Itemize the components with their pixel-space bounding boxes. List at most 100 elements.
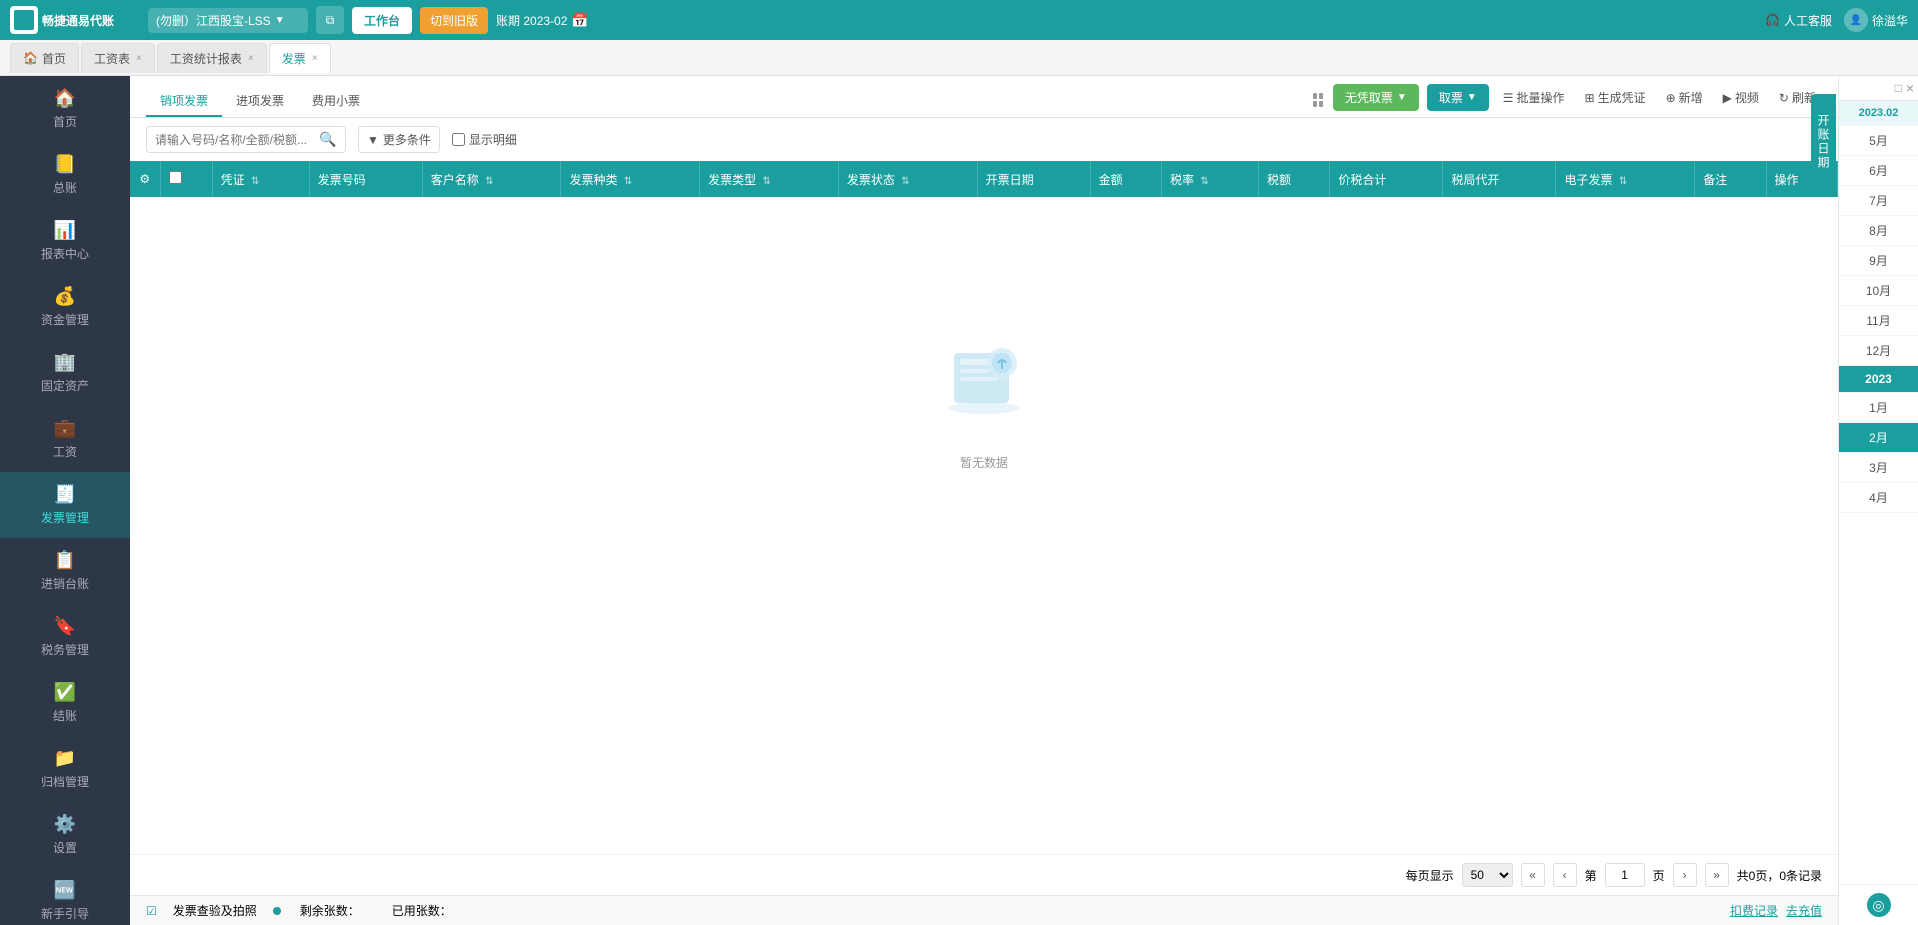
sidebar-salary-label: 工资 <box>53 443 77 460</box>
calendar-icon[interactable]: 📅 <box>571 12 588 29</box>
switch-version-button[interactable]: 切到旧版 <box>420 7 488 34</box>
col-e-invoice: 电子发票 ⇅ <box>1556 161 1695 197</box>
sidebar-item-assets[interactable]: 🏢 固定资产 <box>0 340 130 406</box>
new-icon: ⊕ <box>1666 91 1676 105</box>
new-invoice-button[interactable]: ⊕ 新增 <box>1660 84 1709 111</box>
sidebar-item-invoice-mgmt[interactable]: 🧾 发票管理 <box>0 472 130 538</box>
search-input-wrap: 🔍 <box>146 126 346 153</box>
search-input[interactable] <box>155 133 315 147</box>
tab-salary-stats[interactable]: 工资统计报表 × <box>157 43 267 73</box>
batch-op-button[interactable]: ☰ 批量操作 <box>1497 84 1571 111</box>
panel-bottom-icon[interactable]: ◎ <box>1867 893 1891 917</box>
more-conditions-button[interactable]: ▼ 更多条件 <box>358 126 440 153</box>
sidebar-item-home[interactable]: 🏠 首页 <box>0 76 130 142</box>
user-area[interactable]: 👤 徐溢华 <box>1844 8 1908 32</box>
date-item-7[interactable]: 7月 <box>1839 186 1918 216</box>
copy-button[interactable]: ⧉ <box>316 6 344 34</box>
workspace-button[interactable]: 工作台 <box>352 7 412 34</box>
add-account-link[interactable]: 扣费记录 <box>1730 902 1778 919</box>
sidebar-item-sales-ledger[interactable]: 📋 进销台账 <box>0 538 130 604</box>
panel-maximize-icon[interactable]: □ <box>1895 81 1902 95</box>
pagination: 每页显示 10 20 50 100 « ‹ 第 页 › » 共0页，0条记录 <box>130 854 1838 895</box>
show-details-checkbox[interactable] <box>452 133 465 146</box>
sidebar-item-settlement[interactable]: ✅ 结账 <box>0 670 130 736</box>
tab-salary-stats-close[interactable]: × <box>248 53 254 64</box>
tab-invoice[interactable]: 发票 × <box>269 43 331 73</box>
open-period-button[interactable]: 开账日期 <box>1811 94 1836 190</box>
page-input[interactable] <box>1605 863 1645 887</box>
col-settings: ⚙ <box>130 161 160 197</box>
tab-salary-table-close[interactable]: × <box>136 53 142 64</box>
sidebar-item-settings[interactable]: ⚙️ 设置 <box>0 802 130 868</box>
select-all-checkbox[interactable] <box>169 171 182 184</box>
date-item-8[interactable]: 8月 <box>1839 216 1918 246</box>
go-right-link[interactable]: 去充值 <box>1786 902 1822 919</box>
remaining-dot <box>273 907 281 915</box>
service-button[interactable]: 🎧 人工客服 <box>1765 12 1832 29</box>
batch-op-label: 批量操作 <box>1517 89 1565 106</box>
footer-bar: ☑ 发票查验及拍照 剩余张数： 已用张数： 扣费记录 去充值 <box>130 895 1838 925</box>
company-name: (勿删）江西股宝-LSS <box>156 12 271 29</box>
header-right: 🎧 人工客服 👤 徐溢华 <box>1765 8 1908 32</box>
col-open-date: 开票日期 <box>977 161 1090 197</box>
date-item-2023-2[interactable]: 2月 <box>1839 423 1918 453</box>
tab-salary-table[interactable]: 工资表 × <box>81 43 155 73</box>
invoice-status-sort-icon[interactable]: ⇅ <box>901 176 909 187</box>
date-item-9[interactable]: 9月 <box>1839 246 1918 276</box>
gen-voucher-button[interactable]: ⊞ 生成凭证 <box>1579 84 1652 111</box>
take-invoice-button[interactable]: 取票 ▼ <box>1427 84 1489 111</box>
date-item-2023-4[interactable]: 4月 <box>1839 483 1918 513</box>
video-button[interactable]: ▶ 视频 <box>1717 84 1765 111</box>
tax-rate-sort-icon[interactable]: ⇅ <box>1200 176 1208 187</box>
next-page-button[interactable]: › <box>1673 863 1697 887</box>
total-text: 共0页，0条记录 <box>1737 867 1822 884</box>
show-details-checkbox-wrap[interactable]: 显示明细 <box>452 131 517 148</box>
search-icon[interactable]: 🔍 <box>319 131 336 148</box>
sidebar-item-ledger[interactable]: 📒 总账 <box>0 142 130 208</box>
customer-sort-icon[interactable]: ⇅ <box>485 176 493 187</box>
date-item-11[interactable]: 11月 <box>1839 306 1918 336</box>
page-size-select[interactable]: 10 20 50 100 <box>1462 863 1513 887</box>
col-tax-rate: 税率 ⇅ <box>1162 161 1259 197</box>
invoice-table: ⚙ 凭证 ⇅ 发票号码 客户名称 ⇅ <box>130 161 1838 197</box>
sidebar-item-archive[interactable]: 📁 归档管理 <box>0 736 130 802</box>
sidebar-item-reports[interactable]: 📊 报表中心 <box>0 208 130 274</box>
date-item-6[interactable]: 6月 <box>1839 156 1918 186</box>
tab-home[interactable]: 🏠 首页 <box>10 43 79 73</box>
sub-tab-sales[interactable]: 销项发票 <box>146 86 222 117</box>
batch-op-icon: ☰ <box>1503 91 1514 105</box>
tab-salary-stats-label: 工资统计报表 <box>170 50 242 67</box>
prev-page-button[interactable]: ‹ <box>1553 863 1577 887</box>
first-page-button[interactable]: « <box>1521 863 1545 887</box>
sub-tab-expense[interactable]: 费用小票 <box>298 86 374 117</box>
column-settings-button[interactable] <box>1311 91 1325 105</box>
date-item-2023-1[interactable]: 1月 <box>1839 393 1918 423</box>
tab-salary-table-label: 工资表 <box>94 50 130 67</box>
table-container: ⚙ 凭证 ⇅ 发票号码 客户名称 ⇅ <box>130 161 1838 854</box>
panel-close-icon[interactable]: × <box>1906 80 1914 96</box>
no-voucher-label: 无凭取票 <box>1345 89 1393 106</box>
date-item-10[interactable]: 10月 <box>1839 276 1918 306</box>
date-item-12[interactable]: 12月 <box>1839 336 1918 366</box>
date-item-2023-3[interactable]: 3月 <box>1839 453 1918 483</box>
user-name: 徐溢华 <box>1872 12 1908 29</box>
company-selector[interactable]: (勿删）江西股宝-LSS ▼ <box>148 8 308 33</box>
sidebar-guide-label: 新手引导 <box>41 905 89 922</box>
date-item-5[interactable]: 5月 <box>1839 126 1918 156</box>
gen-voucher-icon: ⊞ <box>1585 91 1595 105</box>
invoice-cat-sort-icon[interactable]: ⇅ <box>763 176 771 187</box>
last-page-button[interactable]: » <box>1705 863 1729 887</box>
sidebar-item-funds[interactable]: 💰 资金管理 <box>0 274 130 340</box>
sidebar-item-tax[interactable]: 🔖 税务管理 <box>0 604 130 670</box>
right-panel: □ × 2023.02 5月 6月 7月 8月 9月 10月 11月 12月 2… <box>1838 76 1918 925</box>
sub-tab-purchase[interactable]: 进项发票 <box>222 86 298 117</box>
sidebar-item-guide[interactable]: 🆕 新手引导 <box>0 868 130 925</box>
no-voucher-button[interactable]: 无凭取票 ▼ <box>1333 84 1419 111</box>
invoice-type-sort-icon[interactable]: ⇅ <box>624 176 632 187</box>
tab-invoice-close[interactable]: × <box>312 53 318 64</box>
gen-voucher-label: 生成凭证 <box>1598 89 1646 106</box>
sidebar-funds-label: 资金管理 <box>41 311 89 328</box>
sidebar-item-salary[interactable]: 💼 工资 <box>0 406 130 472</box>
e-invoice-sort-icon[interactable]: ⇅ <box>1619 176 1627 187</box>
voucher-sort-icon[interactable]: ⇅ <box>251 176 259 187</box>
